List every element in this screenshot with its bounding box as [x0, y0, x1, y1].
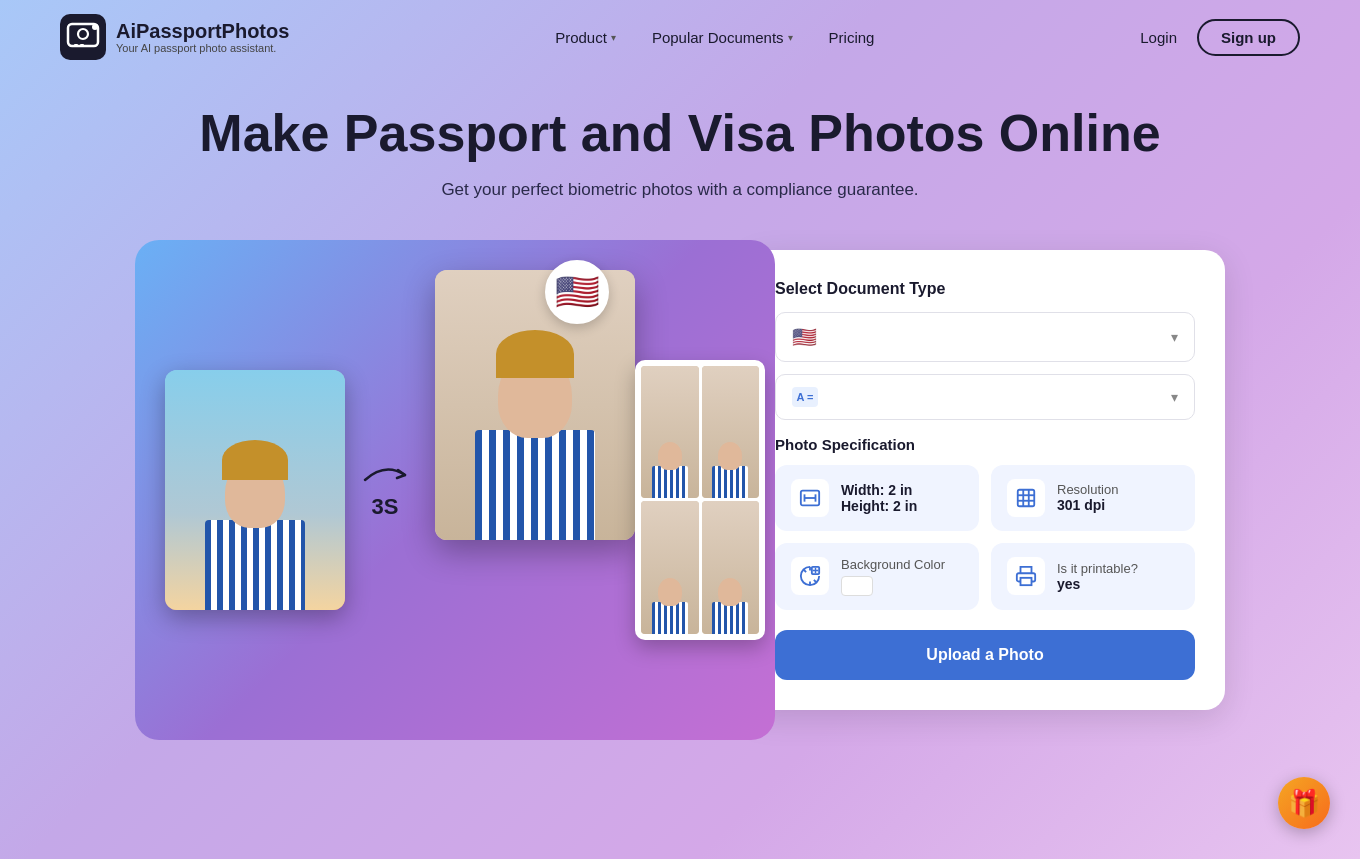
- flag-icon: 🇺🇸: [792, 325, 817, 349]
- login-button[interactable]: Login: [1140, 29, 1177, 46]
- nav-links: Product ▾ Popular Documents ▾ Pricing: [555, 29, 874, 46]
- upload-photo-button[interactable]: Upload a Photo: [775, 630, 1195, 680]
- hero-subtitle: Get your perfect biometric photos with a…: [20, 180, 1340, 200]
- strip-photo-4: [702, 501, 760, 634]
- svg-rect-4: [74, 44, 78, 46]
- photo-strip: [635, 360, 765, 640]
- logo-icon: [60, 14, 106, 60]
- size-icon-box: [791, 479, 829, 517]
- nav-actions: Login Sign up: [1140, 19, 1300, 56]
- spec-printable-label: Is it printable?: [1057, 561, 1138, 576]
- svg-rect-5: [80, 44, 84, 46]
- brand-name: AiPassportPhotos: [116, 20, 289, 42]
- spec-size-card: Width: 2 in Height: 2 in: [775, 465, 979, 531]
- logo-link[interactable]: AiPassportPhotos Your AI passport photo …: [60, 14, 289, 60]
- chevron-down-icon: ▾: [788, 32, 793, 43]
- print-icon-box: [1007, 557, 1045, 595]
- strip-photo-1: [641, 366, 699, 499]
- spec-resolution-value: 301 dpi: [1057, 497, 1118, 513]
- gift-badge[interactable]: 🎁: [1278, 777, 1330, 829]
- size-icon: [799, 487, 821, 509]
- svg-rect-10: [1018, 490, 1035, 507]
- resolution-icon-box: [1007, 479, 1045, 517]
- svg-point-3: [92, 24, 98, 30]
- doc-type-icon: A =: [792, 387, 818, 407]
- spec-grid: Width: 2 in Height: 2 in Resolution: [775, 465, 1195, 610]
- form-card: Select Document Type 🇺🇸 ▾ A = ▾ Photo Sp…: [745, 250, 1225, 710]
- country-dropdown[interactable]: 🇺🇸 ▾: [775, 312, 1195, 362]
- chevron-down-icon: ▾: [1171, 389, 1178, 405]
- svg-rect-16: [1021, 578, 1032, 585]
- spec-width: Width: 2 in: [841, 482, 917, 498]
- chevron-down-icon: ▾: [611, 32, 616, 43]
- navbar: AiPassportPhotos Your AI passport photo …: [0, 0, 1360, 74]
- hero-section: Make Passport and Visa Photos Online Get…: [0, 74, 1360, 210]
- brand-tagline: Your AI passport photo assistant.: [116, 42, 289, 54]
- country-flag-circle: 🇺🇸: [545, 260, 609, 324]
- strip-photo-2: [702, 366, 760, 499]
- before-photo: [165, 370, 345, 610]
- hero-title: Make Passport and Visa Photos Online: [20, 104, 1340, 164]
- spec-section-title: Photo Specification: [775, 436, 1195, 453]
- spec-height: Height: 2 in: [841, 498, 917, 514]
- spec-printable-value: yes: [1057, 576, 1138, 592]
- spec-bgcolor-card: Background Color: [775, 543, 979, 610]
- chevron-down-icon: ▾: [1171, 329, 1178, 345]
- document-section-title: Select Document Type: [775, 280, 1195, 298]
- demo-arrow: 3S: [360, 460, 410, 520]
- resolution-icon: [1015, 487, 1037, 509]
- background-color-icon: [799, 565, 821, 587]
- main-content: 3S 🇺🇸: [0, 210, 1360, 740]
- photo-demo-card: 3S 🇺🇸: [135, 240, 775, 740]
- nav-product[interactable]: Product ▾: [555, 29, 616, 46]
- signup-button[interactable]: Sign up: [1197, 19, 1300, 56]
- spec-bgcolor-label: Background Color: [841, 557, 945, 572]
- spec-resolution-card: Resolution 301 dpi: [991, 465, 1195, 531]
- color-icon-box: [791, 557, 829, 595]
- spec-printable-card: Is it printable? yes: [991, 543, 1195, 610]
- nav-popular-docs[interactable]: Popular Documents ▾: [652, 29, 793, 46]
- timer-label: 3S: [372, 494, 399, 520]
- after-photo-large: [435, 270, 635, 540]
- doc-type-dropdown[interactable]: A = ▾: [775, 374, 1195, 420]
- color-swatch[interactable]: [841, 576, 873, 596]
- strip-photo-3: [641, 501, 699, 634]
- print-icon: [1015, 565, 1037, 587]
- spec-resolution-label: Resolution: [1057, 482, 1118, 497]
- nav-pricing[interactable]: Pricing: [829, 29, 875, 46]
